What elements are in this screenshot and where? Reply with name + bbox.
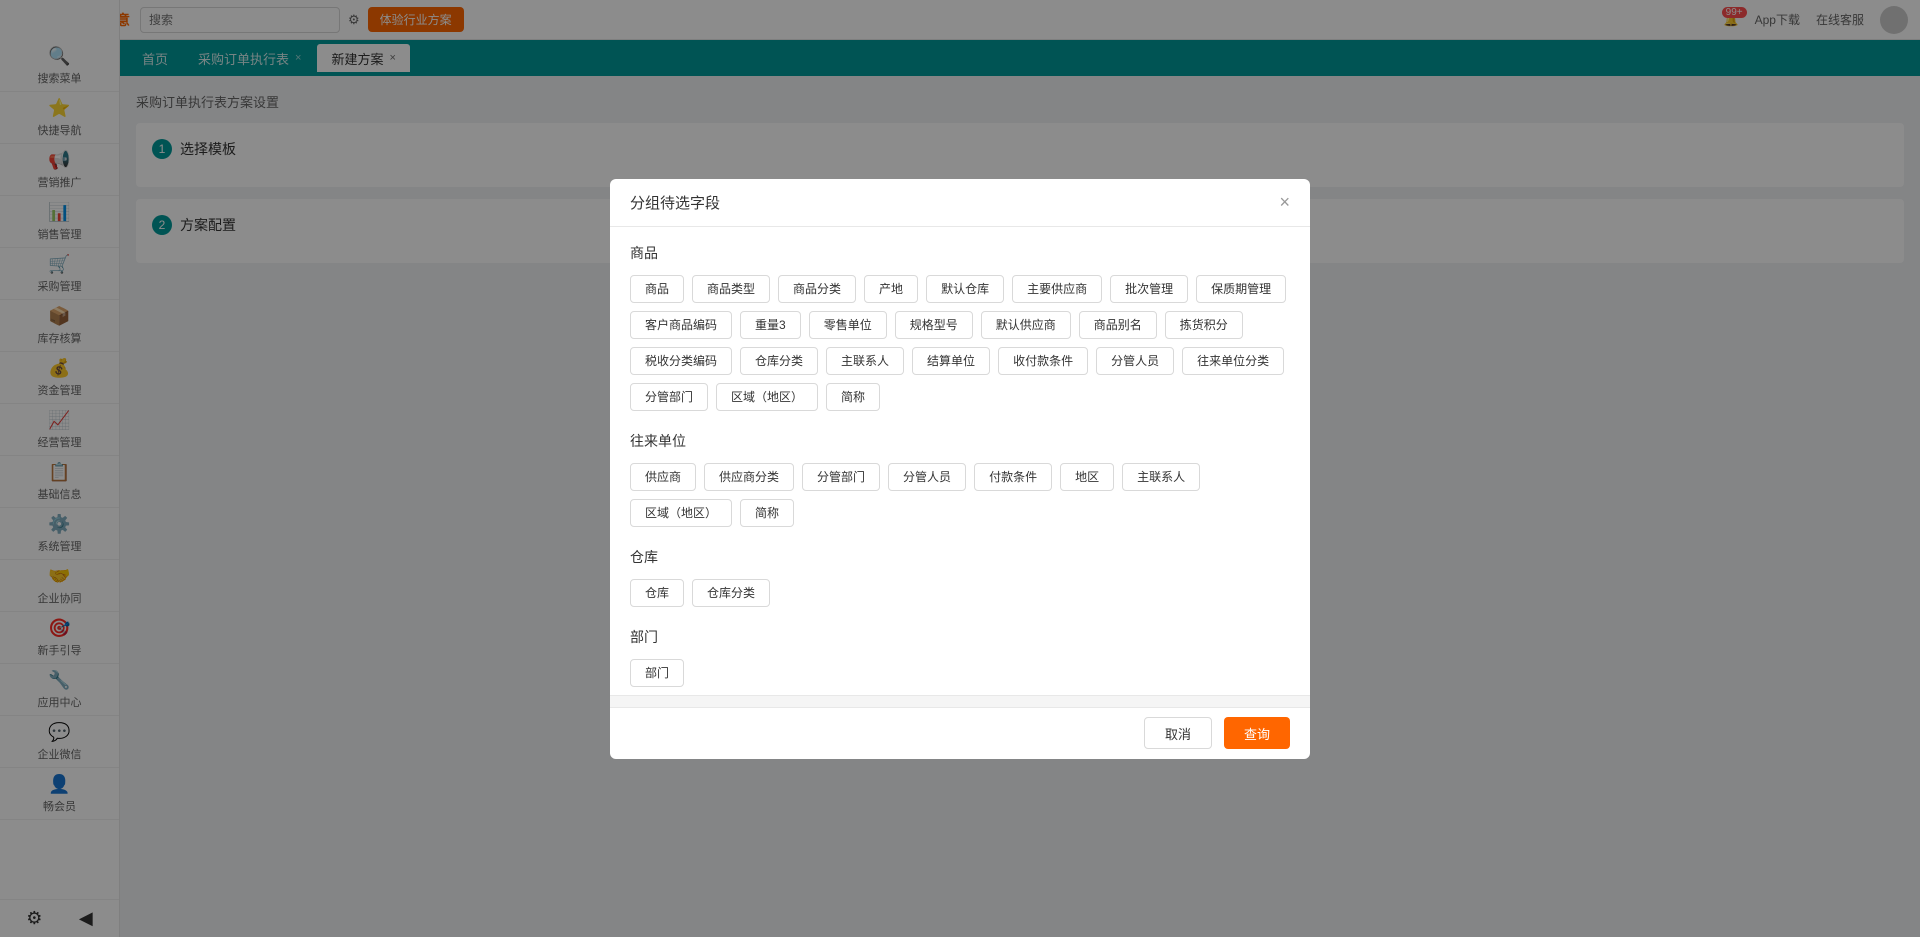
field-tag-1-6[interactable]: 主联系人	[1122, 463, 1200, 491]
field-tag-3-0[interactable]: 部门	[630, 659, 684, 687]
field-tag-1-4[interactable]: 付款条件	[974, 463, 1052, 491]
cancel-button[interactable]: 取消	[1144, 717, 1212, 749]
field-tag-0-3[interactable]: 产地	[864, 275, 918, 303]
field-tag-0-6[interactable]: 批次管理	[1110, 275, 1188, 303]
field-tags-1: 供应商供应商分类分管部门分管人员付款条件地区主联系人区域（地区） 简称	[630, 463, 1290, 527]
field-tag-0-7[interactable]: 保质期管理	[1196, 275, 1286, 303]
field-tag-0-5[interactable]: 主要供应商	[1012, 275, 1102, 303]
modal-body[interactable]: 商品商品商品类型商品分类产地默认仓库主要供应商批次管理保质期管理客户商品编码重量…	[610, 227, 1310, 695]
field-tag-1-1[interactable]: 供应商分类	[704, 463, 794, 491]
field-tag-0-0[interactable]: 商品	[630, 275, 684, 303]
field-tag-1-0[interactable]: 供应商	[630, 463, 696, 491]
field-tag-0-8[interactable]: 客户商品编码	[630, 311, 732, 339]
field-tag-0-12[interactable]: 默认供应商	[981, 311, 1071, 339]
field-section-title-0: 商品	[630, 243, 1290, 263]
field-section-title-2: 仓库	[630, 547, 1290, 567]
field-tag-1-2[interactable]: 分管部门	[802, 463, 880, 491]
field-tag-2-1[interactable]: 仓库分类	[692, 579, 770, 607]
field-tag-0-13[interactable]: 商品别名	[1079, 311, 1157, 339]
field-tag-0-21[interactable]: 往来单位分类	[1182, 347, 1284, 375]
field-section-1: 往来单位供应商供应商分类分管部门分管人员付款条件地区主联系人区域（地区） 简称	[630, 431, 1290, 527]
field-tags-0: 商品商品类型商品分类产地默认仓库主要供应商批次管理保质期管理客户商品编码重量3 零…	[630, 275, 1290, 411]
confirm-button[interactable]: 查询	[1224, 717, 1290, 749]
field-section-2: 仓库仓库仓库分类	[630, 547, 1290, 607]
field-tag-0-15[interactable]: 税收分类编码	[630, 347, 732, 375]
field-tag-0-11[interactable]: 规格型号	[895, 311, 973, 339]
modal-dialog: 分组待选字段 × 商品商品商品类型商品分类产地默认仓库主要供应商批次管理保质期管…	[610, 179, 1310, 759]
field-tags-2: 仓库仓库分类	[630, 579, 1290, 607]
field-tag-0-17[interactable]: 主联系人	[826, 347, 904, 375]
field-tag-0-18[interactable]: 结算单位	[912, 347, 990, 375]
field-tag-0-9[interactable]: 重量3	[740, 311, 801, 339]
field-tag-0-14[interactable]: 拣货积分	[1165, 311, 1243, 339]
modal-header: 分组待选字段 ×	[610, 179, 1310, 227]
field-tag-0-22[interactable]: 分管部门	[630, 383, 708, 411]
field-tag-0-20[interactable]: 分管人员	[1096, 347, 1174, 375]
field-section-3: 部门部门	[630, 627, 1290, 687]
field-tag-1-8[interactable]: 简称	[740, 499, 794, 527]
field-tag-0-4[interactable]: 默认仓库	[926, 275, 1004, 303]
field-tag-0-16[interactable]: 仓库分类	[740, 347, 818, 375]
field-tag-1-3[interactable]: 分管人员	[888, 463, 966, 491]
field-tag-1-5[interactable]: 地区	[1060, 463, 1114, 491]
field-section-title-1: 往来单位	[630, 431, 1290, 451]
modal-title: 分组待选字段	[630, 192, 720, 213]
field-section-0: 商品商品商品类型商品分类产地默认仓库主要供应商批次管理保质期管理客户商品编码重量…	[630, 243, 1290, 411]
modal-horizontal-scroll[interactable]	[610, 695, 1310, 707]
field-tag-0-24[interactable]: 简称	[826, 383, 880, 411]
field-tag-0-10[interactable]: 零售单位	[809, 311, 887, 339]
field-tag-2-0[interactable]: 仓库	[630, 579, 684, 607]
field-section-title-3: 部门	[630, 627, 1290, 647]
modal-close-button[interactable]: ×	[1279, 193, 1290, 211]
field-tag-0-2[interactable]: 商品分类	[778, 275, 856, 303]
field-tag-0-23[interactable]: 区域（地区）	[716, 383, 818, 411]
modal-overlay[interactable]: 分组待选字段 × 商品商品商品类型商品分类产地默认仓库主要供应商批次管理保质期管…	[0, 0, 1920, 937]
field-tag-0-19[interactable]: 收付款条件	[998, 347, 1088, 375]
field-tag-1-7[interactable]: 区域（地区）	[630, 499, 732, 527]
field-tag-0-1[interactable]: 商品类型	[692, 275, 770, 303]
modal-footer: 取消 查询	[610, 707, 1310, 759]
field-tags-3: 部门	[630, 659, 1290, 687]
